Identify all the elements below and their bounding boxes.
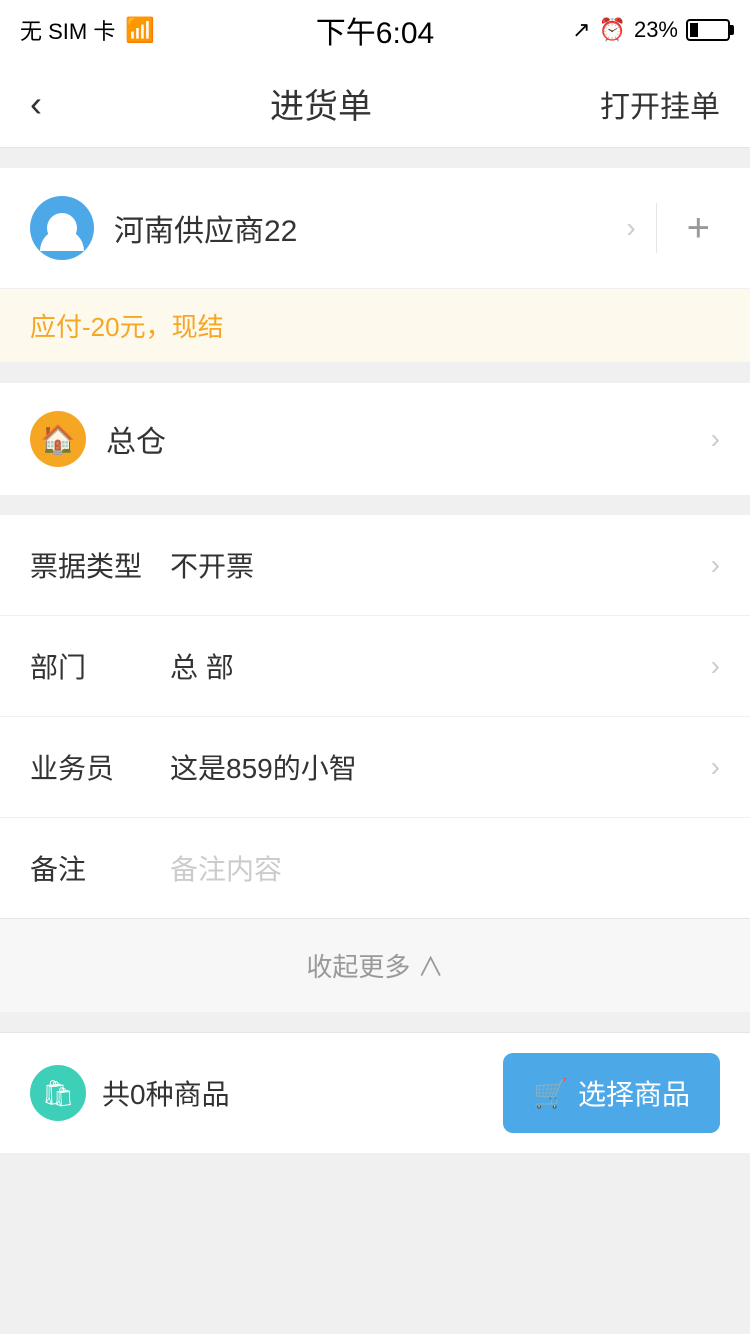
avatar: [30, 196, 94, 260]
gap-2: [0, 363, 750, 383]
carrier-label: 无 SIM 卡: [20, 14, 115, 46]
sales-label: 业务员: [30, 747, 150, 787]
battery-tip: [730, 25, 734, 35]
chevron-right-icon: ›: [711, 650, 720, 682]
remark-input[interactable]: 备注内容: [150, 848, 720, 888]
warehouse-row[interactable]: 🏠 总仓 ›: [0, 383, 750, 495]
remark-label: 备注: [30, 848, 150, 888]
invoice-value: 不开票: [150, 545, 711, 585]
gap-4: [0, 1012, 750, 1032]
page-title: 进货单: [270, 79, 372, 128]
nav-bar: ‹ 进货单 打开挂单: [0, 60, 750, 148]
form-section: 票据类型 不开票 › 部门 总 部 › 业务员 这是859的小智 › 备注 备注…: [0, 515, 750, 918]
chevron-right-icon: ›: [626, 212, 635, 244]
wifi-icon: 📶: [125, 16, 155, 45]
status-time: 下午6:04: [316, 8, 434, 52]
open-pending-button[interactable]: 打开挂单: [600, 82, 720, 126]
collapse-button[interactable]: 收起更多 ∧: [0, 918, 750, 1012]
supplier-name: 河南供应商22: [114, 206, 626, 250]
battery-percent: 23%: [634, 17, 678, 43]
invoice-row[interactable]: 票据类型 不开票 ›: [0, 515, 750, 615]
warehouse-name: 总仓: [106, 417, 711, 461]
supplier-section: 河南供应商22 › + 应付-20元，现结: [0, 168, 750, 363]
gap-3: [0, 495, 750, 515]
status-bar: 无 SIM 卡 📶 下午6:04 ↗ ⏰ 23%: [0, 0, 750, 60]
main-content: 河南供应商22 › + 应付-20元，现结 🏠 总仓 › 票据类型 不开票 › …: [0, 148, 750, 1334]
battery-fill: [690, 23, 698, 37]
sales-value: 这是859的小智: [150, 747, 711, 787]
status-carrier: 无 SIM 卡 📶: [20, 14, 155, 46]
warehouse-icon: 🏠: [30, 411, 86, 467]
add-button[interactable]: +: [677, 206, 720, 251]
dept-value: 总 部: [150, 646, 711, 686]
select-goods-label: 选择商品: [578, 1073, 690, 1113]
product-count: 共0种商品: [102, 1073, 503, 1113]
cart-icon: 🛒: [533, 1077, 568, 1110]
avatar-person-icon: [47, 213, 77, 243]
chevron-right-icon: ›: [711, 751, 720, 783]
status-right: ↗ ⏰ 23%: [572, 17, 730, 43]
dept-label: 部门: [30, 646, 150, 686]
sales-row[interactable]: 业务员 这是859的小智 ›: [0, 716, 750, 817]
notice-row: 应付-20元，现结: [0, 289, 750, 363]
gap-1: [0, 148, 750, 168]
warehouse-section: 🏠 总仓 ›: [0, 383, 750, 495]
location-icon: ↗: [572, 17, 590, 43]
remark-row[interactable]: 备注 备注内容: [0, 817, 750, 918]
back-button[interactable]: ‹: [30, 83, 42, 125]
dept-row[interactable]: 部门 总 部 ›: [0, 615, 750, 716]
alarm-icon: ⏰: [599, 17, 626, 43]
chevron-right-icon: ›: [711, 423, 720, 455]
invoice-label: 票据类型: [30, 545, 150, 585]
supplier-row[interactable]: 河南供应商22 › +: [0, 168, 750, 289]
battery-icon: [686, 19, 730, 41]
chevron-right-icon: ›: [711, 549, 720, 581]
vertical-divider: [656, 203, 657, 253]
product-bag-icon: 🛍: [30, 1065, 86, 1121]
select-goods-button[interactable]: 🛒 选择商品: [503, 1053, 720, 1133]
bottom-bar: 🛍 共0种商品 🛒 选择商品: [0, 1032, 750, 1153]
